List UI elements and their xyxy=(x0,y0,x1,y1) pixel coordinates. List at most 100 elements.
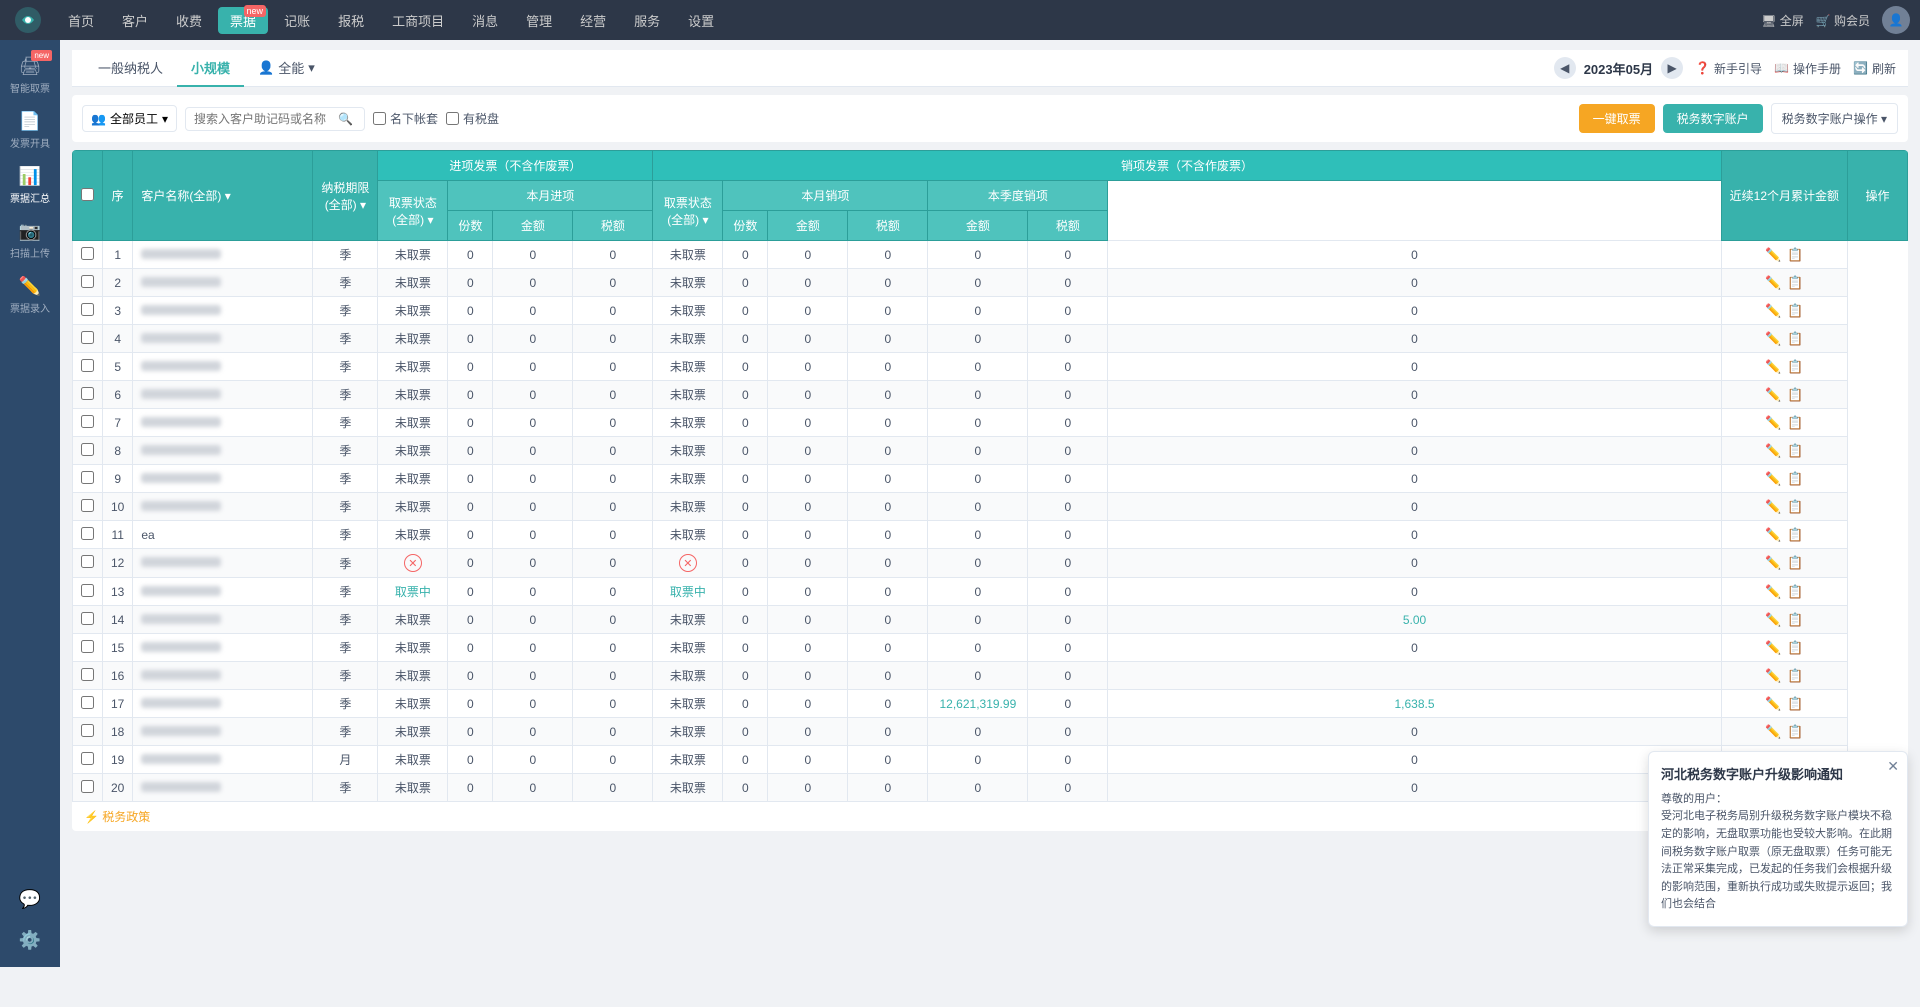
notification-close-btn[interactable]: ✕ xyxy=(1887,758,1899,775)
edit-btn[interactable]: ✏️ xyxy=(1765,331,1781,347)
copy-btn[interactable]: 📋 xyxy=(1787,640,1803,656)
next-month-btn[interactable]: ▶ xyxy=(1661,57,1683,79)
fullscreen-btn[interactable]: 🖥 全屏 xyxy=(1761,12,1804,29)
nav-manage[interactable]: 管理 xyxy=(514,7,564,34)
copy-btn[interactable]: 📋 xyxy=(1787,331,1803,347)
row-checkbox[interactable] xyxy=(81,359,94,372)
copy-btn[interactable]: 📋 xyxy=(1787,387,1803,403)
row-checkbox[interactable] xyxy=(81,499,94,512)
row-checkbox[interactable] xyxy=(81,471,94,484)
one-click-invoice-btn[interactable]: 一键取票 xyxy=(1579,104,1655,133)
edit-btn[interactable]: ✏️ xyxy=(1765,612,1781,628)
copy-btn[interactable]: 📋 xyxy=(1787,555,1803,571)
tab-small-scale[interactable]: 小规模 xyxy=(177,50,244,87)
sidebar-item-summary[interactable]: 📊 票据汇总 xyxy=(0,158,60,213)
user-avatar[interactable]: 👤 xyxy=(1882,6,1910,34)
copy-btn[interactable]: 📋 xyxy=(1787,499,1803,515)
row-checkbox[interactable] xyxy=(81,415,94,428)
copy-btn[interactable]: 📋 xyxy=(1787,724,1803,740)
copy-btn[interactable]: 📋 xyxy=(1787,303,1803,319)
row-checkbox[interactable] xyxy=(81,555,94,568)
copy-btn[interactable]: 📋 xyxy=(1787,443,1803,459)
tab-all[interactable]: 👤 全能 ▾ xyxy=(244,50,329,87)
nav-service[interactable]: 服务 xyxy=(622,7,672,34)
nav-invoice[interactable]: 票据 new xyxy=(218,7,268,34)
checkbox-tax-label[interactable]: 有税盘 xyxy=(446,110,499,127)
new-guide-btn[interactable]: ❓ 新手引导 xyxy=(1695,60,1762,77)
sidebar-item-scan[interactable]: 📷 扫描上传 xyxy=(0,213,60,268)
checkbox-tax[interactable] xyxy=(446,112,459,125)
edit-btn[interactable]: ✏️ xyxy=(1765,303,1781,319)
manual-btn[interactable]: 📖 操作手册 xyxy=(1774,60,1841,77)
row-checkbox[interactable] xyxy=(81,303,94,316)
edit-btn[interactable]: ✏️ xyxy=(1765,415,1781,431)
th-in-status[interactable]: 取票状态(全部) ▾ xyxy=(378,181,448,241)
edit-btn[interactable]: ✏️ xyxy=(1765,668,1781,684)
sidebar-item-message[interactable]: 💬 xyxy=(15,881,45,918)
th-customer[interactable]: 客户名称(全部) ▾ xyxy=(133,151,313,241)
copy-btn[interactable]: 📋 xyxy=(1787,359,1803,375)
copy-btn[interactable]: 📋 xyxy=(1787,471,1803,487)
copy-btn[interactable]: 📋 xyxy=(1787,612,1803,628)
nav-accounting[interactable]: 记账 xyxy=(272,7,322,34)
sidebar-item-smart-invoice[interactable]: 🖨 智能取票 new xyxy=(0,48,60,103)
edit-btn[interactable]: ✏️ xyxy=(1765,527,1781,543)
refresh-btn[interactable]: 🔄 刷新 xyxy=(1853,60,1896,77)
sidebar-item-open-invoice[interactable]: 📄 发票开具 xyxy=(0,103,60,158)
select-all-checkbox[interactable] xyxy=(81,188,94,201)
row-checkbox[interactable] xyxy=(81,724,94,737)
digital-account-btn[interactable]: 税务数字账户 xyxy=(1663,104,1763,133)
edit-btn[interactable]: ✏️ xyxy=(1765,359,1781,375)
nav-tax[interactable]: 报税 xyxy=(326,7,376,34)
edit-btn[interactable]: ✏️ xyxy=(1765,640,1781,656)
row-checkbox[interactable] xyxy=(81,752,94,765)
nav-customer[interactable]: 客户 xyxy=(110,7,160,34)
nav-settings[interactable]: 设置 xyxy=(676,7,726,34)
checkbox-ledger[interactable] xyxy=(373,112,386,125)
edit-btn[interactable]: ✏️ xyxy=(1765,443,1781,459)
nav-business[interactable]: 工商项目 xyxy=(380,7,456,34)
th-out-status[interactable]: 取票状态(全部) ▾ xyxy=(653,181,723,241)
row-checkbox[interactable] xyxy=(81,527,94,540)
nav-fee[interactable]: 收费 xyxy=(164,7,214,34)
copy-btn[interactable]: 📋 xyxy=(1787,275,1803,291)
checkbox-ledger-label[interactable]: 名下帐套 xyxy=(373,110,438,127)
member-btn[interactable]: 🛒 购会员 xyxy=(1816,12,1870,29)
edit-btn[interactable]: ✏️ xyxy=(1765,555,1781,571)
nav-home[interactable]: 首页 xyxy=(56,7,106,34)
row-checkbox[interactable] xyxy=(81,780,94,793)
copy-btn[interactable]: 📋 xyxy=(1787,584,1803,600)
sidebar-item-entry[interactable]: ✏️ 票据录入 xyxy=(0,268,60,323)
ytd-link[interactable]: 1,638.5 xyxy=(1394,697,1434,711)
policy-link[interactable]: ⚡ 税务政策 xyxy=(84,808,150,825)
copy-btn[interactable]: 📋 xyxy=(1787,696,1803,712)
row-checkbox[interactable] xyxy=(81,696,94,709)
sidebar-item-settings[interactable]: ⚙️ xyxy=(15,922,45,959)
row-checkbox[interactable] xyxy=(81,640,94,653)
row-checkbox[interactable] xyxy=(81,275,94,288)
th-period[interactable]: 纳税期限(全部) ▾ xyxy=(313,151,378,241)
edit-btn[interactable]: ✏️ xyxy=(1765,247,1781,263)
copy-btn[interactable]: 📋 xyxy=(1787,415,1803,431)
row-checkbox[interactable] xyxy=(81,387,94,400)
nav-operation[interactable]: 经营 xyxy=(568,7,618,34)
tab-general-taxpayer[interactable]: 一般纳税人 xyxy=(84,50,177,87)
copy-btn[interactable]: 📋 xyxy=(1787,668,1803,684)
edit-btn[interactable]: ✏️ xyxy=(1765,584,1781,600)
edit-btn[interactable]: ✏️ xyxy=(1765,499,1781,515)
row-checkbox[interactable] xyxy=(81,584,94,597)
digital-account-ops-btn[interactable]: 税务数字账户操作 ▾ xyxy=(1771,103,1898,134)
edit-btn[interactable]: ✏️ xyxy=(1765,275,1781,291)
copy-btn[interactable]: 📋 xyxy=(1787,527,1803,543)
row-checkbox[interactable] xyxy=(81,612,94,625)
edit-btn[interactable]: ✏️ xyxy=(1765,471,1781,487)
prev-month-btn[interactable]: ◀ xyxy=(1554,57,1576,79)
edit-btn[interactable]: ✏️ xyxy=(1765,387,1781,403)
row-checkbox[interactable] xyxy=(81,668,94,681)
edit-btn[interactable]: ✏️ xyxy=(1765,696,1781,712)
ytd-link[interactable]: 5.00 xyxy=(1403,613,1426,627)
edit-btn[interactable]: ✏️ xyxy=(1765,724,1781,740)
employee-select[interactable]: 👥 全部员工 ▾ xyxy=(82,105,177,132)
row-checkbox[interactable] xyxy=(81,247,94,260)
copy-btn[interactable]: 📋 xyxy=(1787,247,1803,263)
